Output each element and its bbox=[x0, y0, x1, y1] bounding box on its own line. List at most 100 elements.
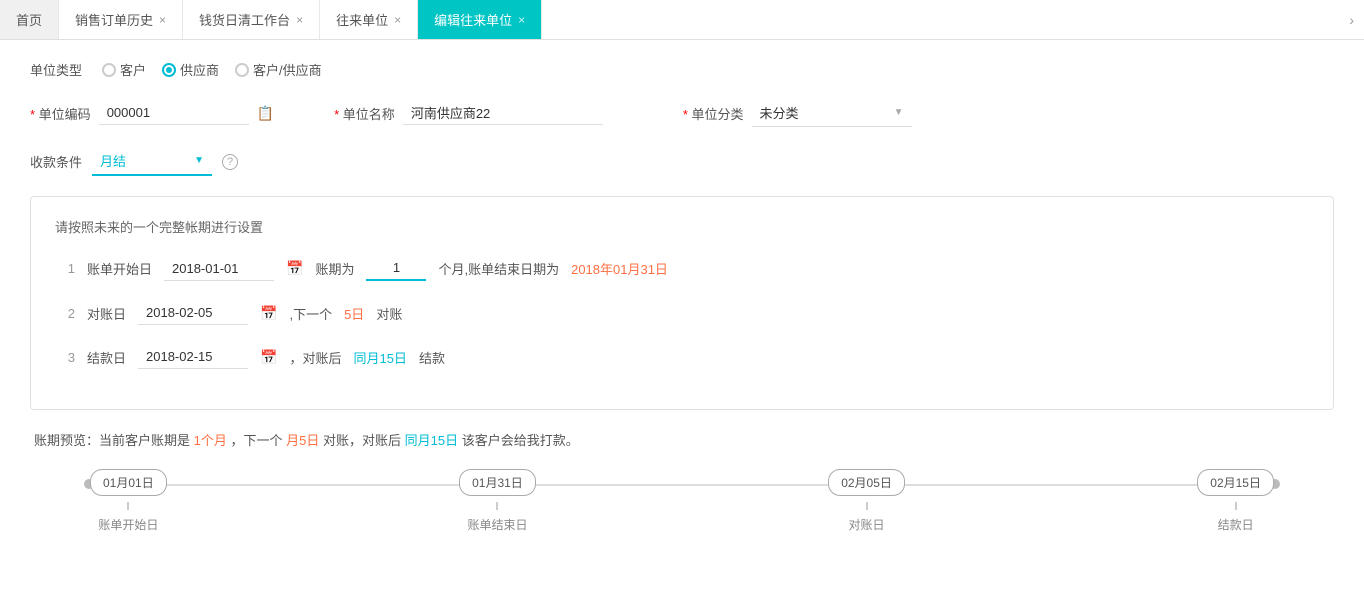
collect-label: 收款条件 bbox=[30, 152, 82, 171]
timeline-vline-3 bbox=[866, 502, 868, 510]
end-date-highlight: 2018年01月31日 bbox=[571, 259, 668, 278]
reconcile-date-input[interactable] bbox=[138, 301, 248, 325]
tab-cash-work-close[interactable]: × bbox=[296, 14, 303, 26]
preview-part1: 1个月 bbox=[194, 433, 227, 448]
timeline-badge-2: 01月31日 bbox=[459, 469, 536, 496]
help-icon[interactable]: ? bbox=[222, 154, 238, 170]
unit-type-radio-group: 客户 供应商 客户/供应商 bbox=[102, 60, 322, 79]
unit-info-row: 单位编码 📋 单位名称 单位分类 未分类 ▼ bbox=[30, 99, 1334, 127]
timeline-node-3: 02月05日 对账日 bbox=[828, 469, 905, 533]
preview-part2: 月5日 bbox=[286, 433, 319, 448]
period-suffix-pre-1: 账期为 bbox=[315, 259, 354, 278]
radio-customer-supplier[interactable]: 客户/供应商 bbox=[235, 60, 322, 79]
period-label-2: 对账日 bbox=[87, 304, 126, 323]
preview-sep2: 对账，对账后 bbox=[323, 433, 401, 448]
collect-row: 收款条件 月结 ▼ ? bbox=[30, 147, 1334, 176]
period-row-1: 1 账单开始日 📅 账期为 个月,账单结束日期为 2018年01月31日 bbox=[55, 256, 1309, 281]
timeline-vline-4 bbox=[1235, 502, 1237, 510]
unit-code-input[interactable] bbox=[99, 101, 249, 125]
tab-sales-history[interactable]: 销售订单历史 × bbox=[59, 0, 183, 39]
unit-code-field: 单位编码 📋 bbox=[30, 101, 274, 125]
unit-category-field: 单位分类 未分类 ▼ bbox=[683, 99, 912, 127]
period-num-1: 1 bbox=[55, 261, 75, 276]
tab-cash-work[interactable]: 钱货日清工作台 × bbox=[183, 0, 320, 39]
payment-date-cal-icon[interactable]: 📅 bbox=[260, 349, 277, 366]
timeline-badge-4: 02月15日 bbox=[1197, 469, 1274, 496]
tab-cash-work-label: 钱货日清工作台 bbox=[199, 10, 290, 29]
period-suffix-post-1: 个月,账单结束日期为 bbox=[438, 259, 559, 278]
collect-select[interactable]: 月结 ▼ bbox=[92, 147, 212, 176]
period-row-2: 2 对账日 📅 ,下一个 5日 对账 bbox=[55, 301, 1309, 325]
period-label-1: 账单开始日 bbox=[87, 259, 152, 278]
reconcile-date-cal-icon[interactable]: 📅 bbox=[260, 305, 277, 322]
unit-code-label: 单位编码 bbox=[30, 104, 91, 123]
preview-prefix: 账期预览：当前客户账期是 bbox=[34, 433, 190, 448]
radio-supplier-label: 供应商 bbox=[180, 60, 219, 79]
period-suffix-post-3: 结款 bbox=[419, 348, 445, 367]
timeline-vline-2 bbox=[496, 502, 498, 510]
radio-customer[interactable]: 客户 bbox=[102, 60, 146, 79]
tab-sales-history-label: 销售订单历史 bbox=[75, 10, 153, 29]
tab-partner[interactable]: 往来单位 × bbox=[320, 0, 418, 39]
timeline-label-1: 账单开始日 bbox=[98, 516, 158, 533]
timeline-vline-1 bbox=[127, 502, 129, 510]
timeline-badge-1: 01月01日 bbox=[90, 469, 167, 496]
preview-text: 账期预览：当前客户账期是 1个月 ，下一个 月5日 对账，对账后 同月15日 该… bbox=[30, 430, 1334, 449]
radio-customer-circle bbox=[102, 63, 116, 77]
timeline-section: 01月01日 账单开始日 01月31日 账单结束日 02月05日 对账日 02月… bbox=[30, 469, 1334, 573]
tab-edit-partner-label: 编辑往来单位 bbox=[434, 10, 512, 29]
reconcile-highlight: 5日 bbox=[344, 304, 364, 323]
period-suffix-post-2: 对账 bbox=[376, 304, 402, 323]
unit-name-label: 单位名称 bbox=[334, 104, 395, 123]
tab-partner-close[interactable]: × bbox=[394, 14, 401, 26]
tab-edit-partner-close[interactable]: × bbox=[518, 14, 525, 26]
period-title: 请按照未来的一个完整帐期进行设置 bbox=[55, 217, 1309, 236]
timeline-items: 01月01日 账单开始日 01月31日 账单结束日 02月05日 对账日 02月… bbox=[90, 469, 1274, 533]
unit-type-row: 单位类型 客户 供应商 客户/供应商 bbox=[30, 60, 1334, 79]
period-box: 请按照未来的一个完整帐期进行设置 1 账单开始日 📅 账期为 个月,账单结束日期… bbox=[30, 196, 1334, 410]
preview-sep1: ，下一个 bbox=[231, 433, 283, 448]
tab-home-label: 首页 bbox=[16, 10, 42, 29]
timeline-label-4: 结款日 bbox=[1218, 516, 1254, 533]
preview-part3: 同月15日 bbox=[405, 433, 458, 448]
unit-name-input[interactable] bbox=[403, 101, 603, 125]
payment-date-input[interactable] bbox=[138, 345, 248, 369]
unit-category-value: 未分类 bbox=[760, 103, 890, 122]
collect-value: 月结 bbox=[100, 151, 194, 170]
period-num-3: 3 bbox=[55, 350, 75, 365]
unit-type-label: 单位类型 bbox=[30, 60, 82, 79]
tab-partner-label: 往来单位 bbox=[336, 10, 388, 29]
unit-category-label: 单位分类 bbox=[683, 104, 744, 123]
start-date-input[interactable] bbox=[164, 257, 274, 281]
period-label-3: 结款日 bbox=[87, 348, 126, 367]
timeline-label-2: 账单结束日 bbox=[467, 516, 527, 533]
collect-arrow-icon: ▼ bbox=[194, 155, 204, 166]
radio-supplier-circle bbox=[162, 63, 176, 77]
radio-customer-label: 客户 bbox=[120, 60, 146, 79]
payment-highlight: 同月15日 bbox=[353, 348, 406, 367]
period-num-2: 2 bbox=[55, 306, 75, 321]
tab-more-button[interactable]: › bbox=[1339, 0, 1364, 39]
tab-bar: 首页 销售订单历史 × 钱货日清工作台 × 往来单位 × 编辑往来单位 × › bbox=[0, 0, 1364, 40]
timeline-node-4: 02月15日 结款日 bbox=[1197, 469, 1274, 533]
timeline-label-3: 对账日 bbox=[849, 516, 885, 533]
unit-category-select[interactable]: 未分类 ▼ bbox=[752, 99, 912, 127]
unit-code-copy-icon[interactable]: 📋 bbox=[257, 105, 274, 122]
timeline-node-1: 01月01日 账单开始日 bbox=[90, 469, 167, 533]
tab-home[interactable]: 首页 bbox=[0, 0, 59, 39]
period-suffix-pre-2: ,下一个 bbox=[289, 304, 332, 323]
timeline-badge-3: 02月05日 bbox=[828, 469, 905, 496]
period-value-input[interactable] bbox=[366, 256, 426, 281]
timeline-node-2: 01月31日 账单结束日 bbox=[459, 469, 536, 533]
period-row-3: 3 结款日 📅 ，对账后 同月15日 结款 bbox=[55, 345, 1309, 369]
period-suffix-pre-3: ，对账后 bbox=[289, 348, 341, 367]
tab-edit-partner[interactable]: 编辑往来单位 × bbox=[418, 0, 542, 39]
radio-customer-supplier-label: 客户/供应商 bbox=[253, 60, 322, 79]
unit-category-arrow-icon: ▼ bbox=[894, 107, 904, 118]
radio-customer-supplier-circle bbox=[235, 63, 249, 77]
tab-sales-history-close[interactable]: × bbox=[159, 14, 166, 26]
main-content: 单位类型 客户 供应商 客户/供应商 单位编码 📋 单位名称 bbox=[0, 40, 1364, 608]
start-date-cal-icon[interactable]: 📅 bbox=[286, 260, 303, 277]
radio-supplier[interactable]: 供应商 bbox=[162, 60, 219, 79]
unit-name-field: 单位名称 bbox=[334, 101, 603, 125]
